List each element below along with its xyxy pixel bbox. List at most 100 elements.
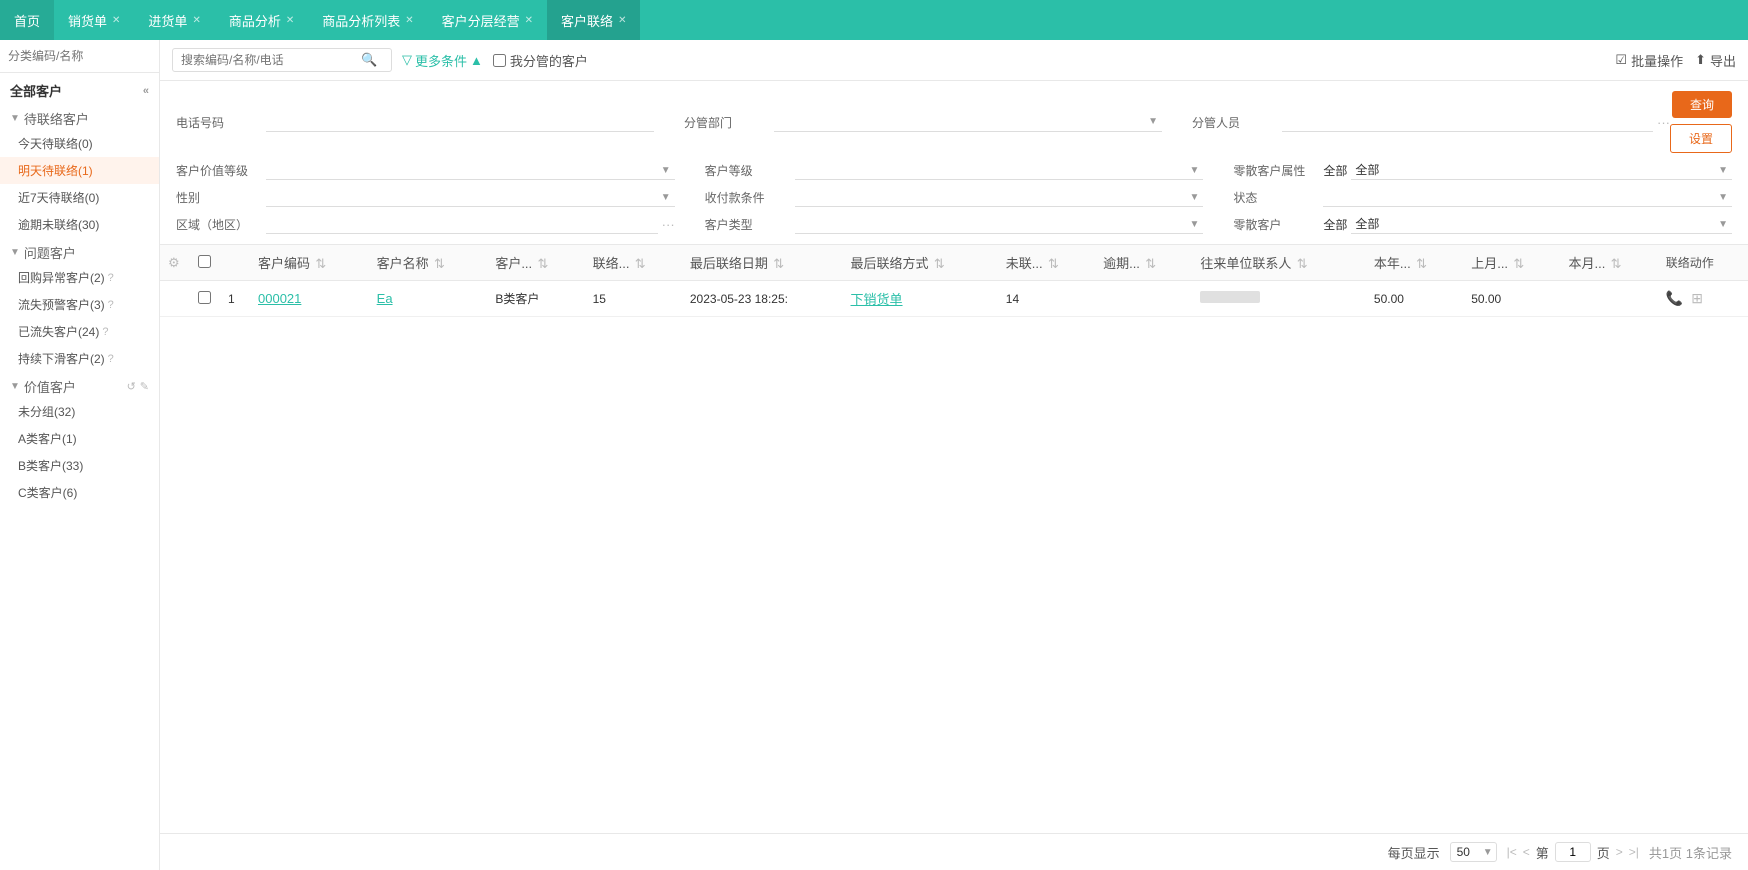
reset-btn[interactable]: 设置	[1670, 124, 1732, 153]
last-page-btn[interactable]: >|	[1629, 845, 1639, 859]
sidebar-item-lost-risk[interactable]: 流失预警客户(3) ?	[0, 291, 159, 318]
sidebar-item-today[interactable]: 今天待联络(0)	[0, 130, 159, 157]
batch-op-btn[interactable]: ☑ 批量操作	[1615, 51, 1683, 70]
sidebar-item-decline[interactable]: 持续下滑客户(2) ?	[0, 345, 159, 372]
help-icon[interactable]: ?	[108, 353, 114, 365]
grid-icon[interactable]: ⊞	[1691, 290, 1703, 307]
last-contact-method-link[interactable]: 下销货单	[851, 292, 903, 307]
more-icon[interactable]: ···	[1657, 115, 1670, 130]
cell-name[interactable]: Ea	[369, 281, 488, 317]
query-btn[interactable]: 查询	[1672, 91, 1732, 118]
sidebar-item-ungrouped[interactable]: 未分组(32)	[0, 398, 159, 425]
sidebar-item-class-a[interactable]: A类客户(1)	[0, 425, 159, 452]
help-icon[interactable]: ?	[108, 299, 114, 311]
cell-last-contact-method[interactable]: 下销货单	[843, 281, 998, 317]
sidebar-group-value[interactable]: ▼ 价值客户 ↺ ✎	[0, 372, 159, 398]
my-customers-checkbox[interactable]	[493, 54, 506, 67]
close-icon[interactable]: ✕	[112, 15, 120, 26]
filter-gender-select[interactable]	[266, 188, 675, 206]
filter-retail-customer-select[interactable]: 全部	[1351, 215, 1732, 233]
col-last-month[interactable]: 上月... ⇅	[1463, 245, 1560, 281]
phone-icon[interactable]: 📞	[1666, 290, 1683, 307]
filter-retail-attr-select[interactable]: 全部	[1351, 161, 1732, 179]
nav-analysis[interactable]: 商品分析 ✕	[215, 0, 308, 40]
filter-phone-input[interactable]	[266, 113, 654, 132]
settings-icon[interactable]: ⚙	[168, 255, 180, 270]
col-type[interactable]: 客户... ⇅	[487, 245, 584, 281]
per-page-select[interactable]: 50 100 200	[1450, 842, 1497, 862]
filter-customer-level-select[interactable]	[795, 161, 1204, 179]
filter-row-3: 性别 ▼ 收付款条件 ▼ 状态	[176, 188, 1732, 207]
filter-payment-label: 收付款条件	[705, 189, 795, 206]
nav-home[interactable]: 首页	[0, 0, 54, 40]
nav-sales[interactable]: 销货单 ✕	[54, 0, 134, 40]
col-last-contact-date[interactable]: 最后联络日期 ⇅	[682, 245, 843, 281]
col-overdue[interactable]: 逾期... ⇅	[1095, 245, 1192, 281]
customer-code-link[interactable]: 000021	[258, 291, 301, 306]
col-checkbox[interactable]	[190, 245, 220, 281]
filter-dept-select[interactable]	[774, 113, 1162, 131]
nav-analysis-list[interactable]: 商品分析列表 ✕	[308, 0, 427, 40]
filter-payment-select[interactable]	[795, 188, 1204, 206]
col-not-contacted[interactable]: 未联... ⇅	[998, 245, 1095, 281]
select-all-checkbox[interactable]	[198, 255, 211, 268]
cell-checkbox[interactable]	[190, 281, 220, 317]
sidebar-item-tomorrow[interactable]: 明天待联络(1)	[0, 157, 159, 184]
col-settings[interactable]: ⚙	[160, 245, 190, 281]
filter-customer-value-select[interactable]	[266, 161, 675, 179]
help-icon[interactable]: ?	[102, 326, 108, 338]
filter-region: 区域（地区） ···	[176, 215, 675, 234]
edit-icon[interactable]: ✎	[140, 380, 149, 393]
help-icon[interactable]: ?	[108, 272, 114, 284]
col-code[interactable]: 客户编码 ⇅	[250, 245, 369, 281]
filter-region-input[interactable]	[266, 215, 658, 234]
more-icon[interactable]: ···	[662, 217, 675, 232]
filter-manager-input[interactable]	[1282, 113, 1653, 132]
nav-customer-seg[interactable]: 客户分层经营 ✕	[428, 0, 547, 40]
my-customers-check[interactable]: 我分管的客户	[493, 51, 588, 70]
sidebar-search-input[interactable]	[8, 49, 160, 63]
more-filter-btn[interactable]: ▽ 更多条件 ▲	[402, 51, 483, 70]
cell-code[interactable]: 000021	[250, 281, 369, 317]
sidebar-item-class-c[interactable]: C类客户(6)	[0, 479, 159, 506]
col-name[interactable]: 客户名称 ⇅	[369, 245, 488, 281]
row-checkbox[interactable]	[198, 291, 211, 304]
sort-icon: ⇅	[538, 256, 549, 271]
col-last-contact-method[interactable]: 最后联络方式 ⇅	[843, 245, 998, 281]
sidebar-item-lost[interactable]: 已流失客户(24) ?	[0, 318, 159, 345]
col-this-year[interactable]: 本年... ⇅	[1366, 245, 1463, 281]
col-unit-contact[interactable]: 往来单位联系人 ⇅	[1192, 245, 1366, 281]
sidebar-item-week7[interactable]: 近7天待联络(0)	[0, 184, 159, 211]
cell-not-contacted: 14	[998, 281, 1095, 317]
close-icon[interactable]: ✕	[192, 15, 200, 26]
close-icon[interactable]: ✕	[525, 15, 533, 26]
sidebar-item-overdue[interactable]: 逾期未联络(30)	[0, 211, 159, 238]
export-btn[interactable]: ⬆ 导出	[1695, 51, 1736, 70]
page-number-input[interactable]	[1555, 842, 1591, 862]
col-contacts[interactable]: 联络... ⇅	[585, 245, 682, 281]
prev-page-btn[interactable]: <	[1523, 845, 1530, 859]
filter-status-select[interactable]	[1323, 188, 1732, 206]
search-input-wrap[interactable]: 🔍	[172, 48, 392, 72]
search-icon[interactable]: 🔍	[361, 52, 377, 68]
nav-customer-contact[interactable]: 客户联络 ✕	[547, 0, 640, 40]
close-icon[interactable]: ✕	[618, 15, 626, 26]
first-page-btn[interactable]: |<	[1507, 845, 1517, 859]
search-input[interactable]	[181, 53, 361, 67]
next-page-btn[interactable]: >	[1616, 845, 1623, 859]
close-icon[interactable]: ✕	[405, 15, 413, 26]
all-customers-label[interactable]: 全部客户 «	[0, 73, 159, 104]
refresh-icon[interactable]: ↺	[127, 380, 136, 393]
customer-name-link[interactable]: Ea	[377, 291, 393, 306]
filter-customer-type-select[interactable]	[795, 215, 1204, 233]
sidebar-group-problem[interactable]: ▼ 问题客户	[0, 238, 159, 264]
col-this-month[interactable]: 本月... ⇅	[1560, 245, 1657, 281]
arrow-icon: ▼	[10, 381, 20, 392]
nav-purchase[interactable]: 进货单 ✕	[134, 0, 214, 40]
page-nav: |< < 第 页 > >|	[1507, 842, 1639, 862]
sidebar-group-pending[interactable]: ▼ 待联络客户	[0, 104, 159, 130]
close-icon[interactable]: ✕	[286, 15, 294, 26]
sidebar-item-class-b[interactable]: B类客户(33)	[0, 452, 159, 479]
collapse-icon[interactable]: «	[143, 85, 149, 97]
sidebar-item-repurchase-abnormal[interactable]: 回购异常客户(2) ?	[0, 264, 159, 291]
